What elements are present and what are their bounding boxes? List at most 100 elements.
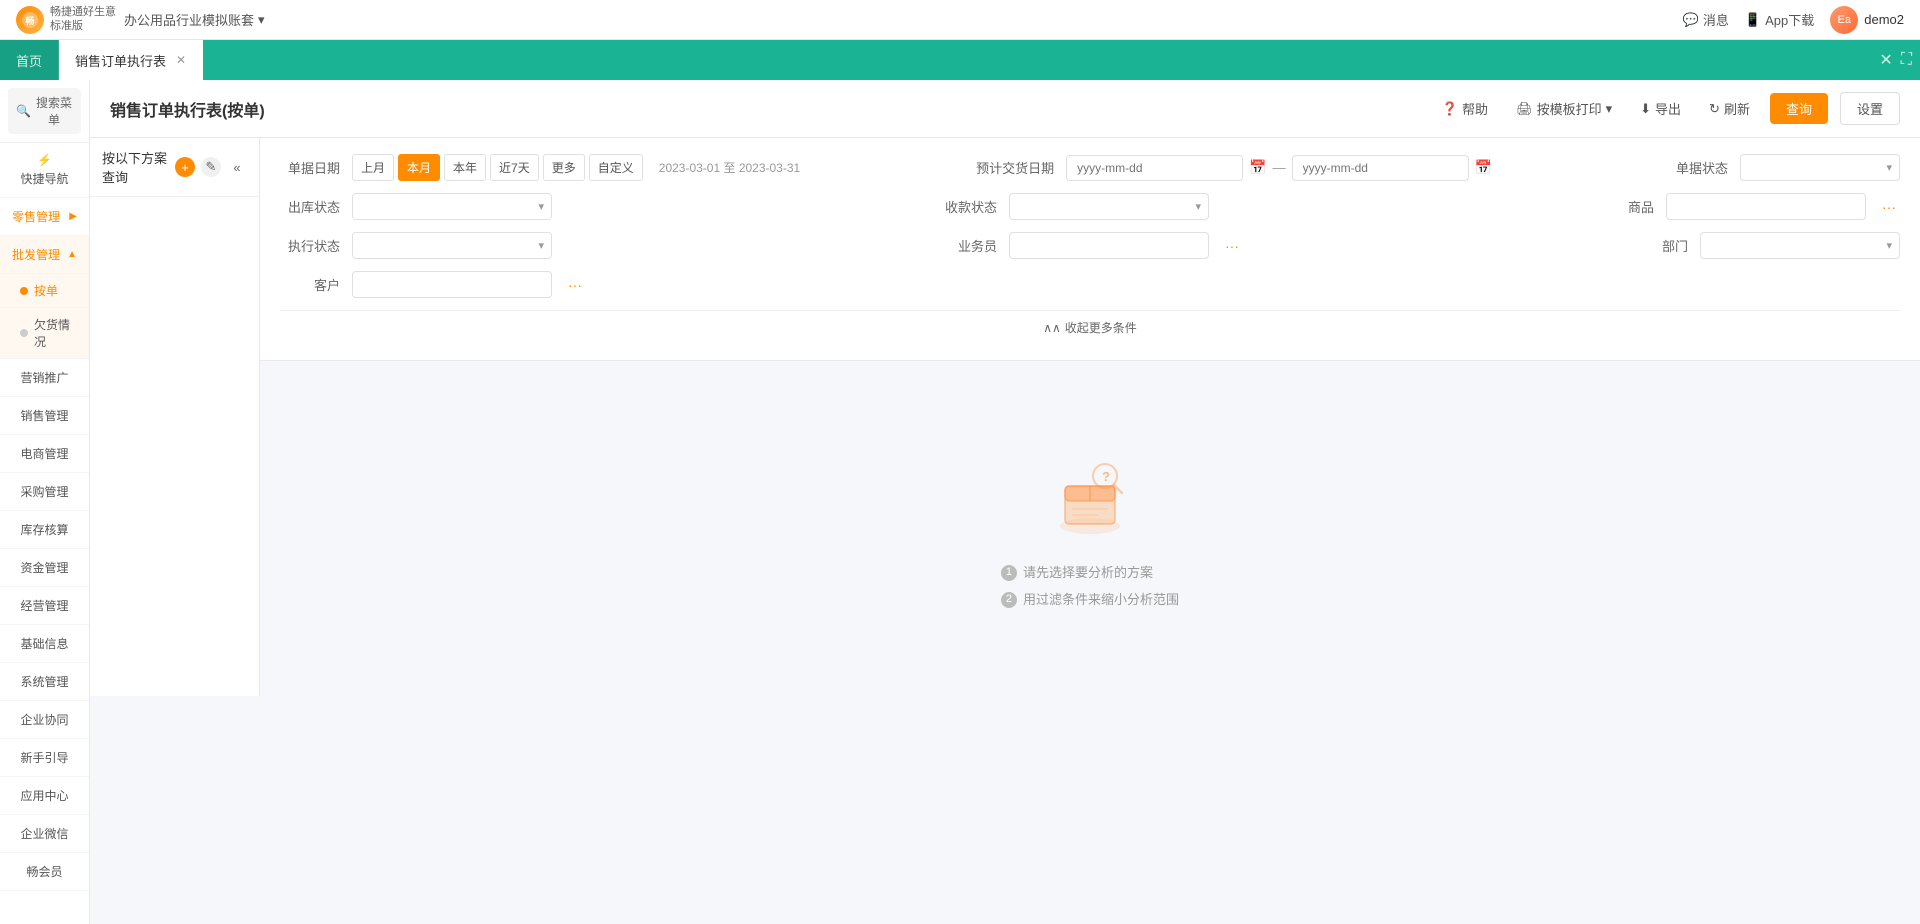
content-split: 按以下方案查询 + ✎ « 单据日期 上月: [90, 138, 1920, 696]
date-more-btn[interactable]: 更多: [543, 154, 585, 181]
sidebar-item-sales[interactable]: 销售管理: [0, 397, 89, 435]
refresh-btn[interactable]: ↻ 刷新: [1701, 95, 1758, 122]
message-btn[interactable]: 💬 消息: [1683, 10, 1729, 29]
search-btn[interactable]: 查询: [1770, 93, 1828, 124]
chevron-down-icon: ▲: [67, 249, 77, 260]
help-btn[interactable]: ❓ 帮助: [1434, 95, 1496, 122]
payment-status-wrap: ▾: [1009, 193, 1209, 220]
calendar-start-icon[interactable]: 📅: [1249, 159, 1266, 176]
empty-state: ? 1 请先选择要分析的方案 2 用过滤条件来缩小分析范围: [260, 361, 1920, 696]
logo-text: 畅捷通好生意 标准版: [50, 6, 116, 32]
avatar: Ea: [1830, 6, 1858, 34]
payment-status-select[interactable]: [1009, 193, 1209, 220]
page-title: 销售订单执行表(按单): [110, 97, 265, 121]
sidebar-item-apps[interactable]: 应用中心: [0, 777, 89, 815]
filter-row-3: 执行状态 ▾ 业务员 ··· 部门: [280, 232, 1900, 259]
date-custom-btn[interactable]: 自定义: [589, 154, 643, 181]
date-last7-btn[interactable]: 近7天: [490, 154, 539, 181]
tip-num-2: 2: [1001, 592, 1017, 608]
sidebar-item-member[interactable]: 畅会员: [0, 853, 89, 891]
sidebar-item-inventory[interactable]: 库存核算: [0, 511, 89, 549]
expected-date-end[interactable]: [1292, 155, 1469, 181]
expected-date-start[interactable]: [1066, 155, 1243, 181]
customer-more-btn[interactable]: ···: [564, 277, 586, 293]
date-range-display: 2023-03-01 至 2023-03-31: [659, 159, 800, 176]
calendar-end-icon[interactable]: 📅: [1475, 159, 1492, 176]
sidebar-item-marketing[interactable]: 营销推广: [0, 359, 89, 397]
quick-nav-icon: ⚡: [37, 153, 52, 167]
sidebar-item-enterprise[interactable]: 企业协同: [0, 701, 89, 739]
salesperson-input[interactable]: [1009, 232, 1209, 259]
dept-wrap: ▾: [1700, 232, 1900, 259]
print-icon: 🖨: [1516, 101, 1533, 117]
sidebar-item-purchase[interactable]: 采购管理: [0, 473, 89, 511]
goods-input[interactable]: [1666, 193, 1866, 220]
filter-area: 单据日期 上月 本月 本年 近7天 更多 自定义 2023-03-01 至 20…: [260, 138, 1920, 361]
refresh-icon: ↻: [1709, 101, 1720, 117]
sidebar-item-retail[interactable]: 零售管理 ▶: [0, 198, 89, 236]
logo-icon: 畅: [16, 6, 44, 34]
tab-sales-order[interactable]: 销售订单执行表 ✕: [59, 40, 203, 80]
header-left: 畅 畅捷通好生意 标准版 办公用品行业模拟账套 ▾: [16, 6, 265, 34]
date-this-year-btn[interactable]: 本年: [444, 154, 486, 181]
order-status-wrap: ▾: [1740, 154, 1900, 181]
left-panel: 按以下方案查询 + ✎ «: [90, 138, 260, 696]
sidebar-item-system[interactable]: 系统管理: [0, 663, 89, 701]
maximize-icon[interactable]: ⛶: [1901, 51, 1912, 69]
tip-num-1: 1: [1001, 565, 1017, 581]
tab-bar: 首页 销售订单执行表 ✕ ✕ ⛶: [0, 40, 1920, 80]
collapse-filter-btn[interactable]: ∧∧ 收起更多条件: [280, 310, 1900, 344]
close-window-icon[interactable]: ✕: [1879, 50, 1892, 70]
submenu-item-press-order[interactable]: 按单: [0, 274, 89, 308]
sidebar-item-operation[interactable]: 经营管理: [0, 587, 89, 625]
add-scheme-btn[interactable]: +: [175, 157, 195, 177]
date-last-month-btn[interactable]: 上月: [352, 154, 394, 181]
inactive-dot: [20, 329, 28, 337]
order-status-select[interactable]: [1740, 154, 1900, 181]
active-dot: [20, 287, 28, 295]
filter-row-1: 单据日期 上月 本月 本年 近7天 更多 自定义 2023-03-01 至 20…: [280, 154, 1900, 181]
left-panel-icons: + ✎ «: [175, 157, 247, 177]
date-this-month-btn[interactable]: 本月: [398, 154, 440, 181]
tab-home[interactable]: 首页: [0, 40, 59, 80]
message-icon: 💬: [1683, 12, 1699, 28]
app-download-btn[interactable]: 📱 App下载: [1745, 10, 1814, 29]
collapse-icon: ∧∧: [1043, 321, 1061, 335]
sidebar-item-finance[interactable]: 资金管理: [0, 549, 89, 587]
submenu-item-owe[interactable]: 欠货情况: [0, 308, 89, 359]
sidebar-item-ecommerce[interactable]: 电商管理: [0, 435, 89, 473]
dept-select[interactable]: [1700, 232, 1900, 259]
export-btn[interactable]: ⬇ 导出: [1632, 95, 1689, 122]
filter-row-2: 出库状态 ▾ 收款状态: [280, 193, 1900, 220]
delivery-status-wrap: ▾: [352, 193, 552, 220]
empty-illustration: ?: [1040, 441, 1140, 541]
user-menu[interactable]: Ea demo2: [1830, 6, 1904, 34]
delivery-status-select[interactable]: [352, 193, 552, 220]
search-icon: 🔍: [16, 104, 31, 118]
collapse-panel-btn[interactable]: «: [227, 157, 247, 177]
customer-input[interactable]: [352, 271, 552, 298]
print-btn[interactable]: 🖨 按模板打印 ▾: [1508, 95, 1620, 122]
company-selector[interactable]: 办公用品行业模拟账套 ▾: [124, 10, 265, 29]
page-header: 销售订单执行表(按单) ❓ 帮助 🖨 按模板打印 ▾ ⬇ 导出 ↻ 刷新: [90, 80, 1920, 138]
sidebar-item-wholesale[interactable]: 批发管理 ▲: [0, 236, 89, 274]
svg-text:畅: 畅: [25, 15, 34, 26]
sidebar-item-newbie[interactable]: 新手引导: [0, 739, 89, 777]
settings-btn[interactable]: 设置: [1840, 92, 1900, 125]
edit-scheme-btn[interactable]: ✎: [201, 157, 221, 177]
goods-more-btn[interactable]: ···: [1878, 199, 1900, 215]
top-header: 畅 畅捷通好生意 标准版 办公用品行业模拟账套 ▾ 💬 消息 📱 App下载 E…: [0, 0, 1920, 40]
tab-close-icon[interactable]: ✕: [176, 53, 186, 67]
sidebar-item-basic[interactable]: 基础信息: [0, 625, 89, 663]
content-area: 销售订单执行表(按单) ❓ 帮助 🖨 按模板打印 ▾ ⬇ 导出 ↻ 刷新: [90, 80, 1920, 924]
search-menu-btn[interactable]: 🔍 搜索菜单: [8, 88, 81, 134]
page-actions: ❓ 帮助 🖨 按模板打印 ▾ ⬇ 导出 ↻ 刷新 查询 设置: [1434, 92, 1900, 125]
sidebar-item-wechat[interactable]: 企业微信: [0, 815, 89, 853]
exec-status-select[interactable]: [352, 232, 552, 259]
help-icon: ❓: [1442, 101, 1458, 117]
expected-date-range: 📅 — 📅: [1066, 155, 1492, 181]
phone-icon: 📱: [1745, 12, 1761, 28]
salesperson-more-btn[interactable]: ···: [1221, 238, 1243, 254]
sidebar-item-quick-nav[interactable]: ⚡ 快捷导航: [0, 143, 89, 198]
empty-tips: 1 请先选择要分析的方案 2 用过滤条件来缩小分析范围: [1001, 561, 1179, 616]
